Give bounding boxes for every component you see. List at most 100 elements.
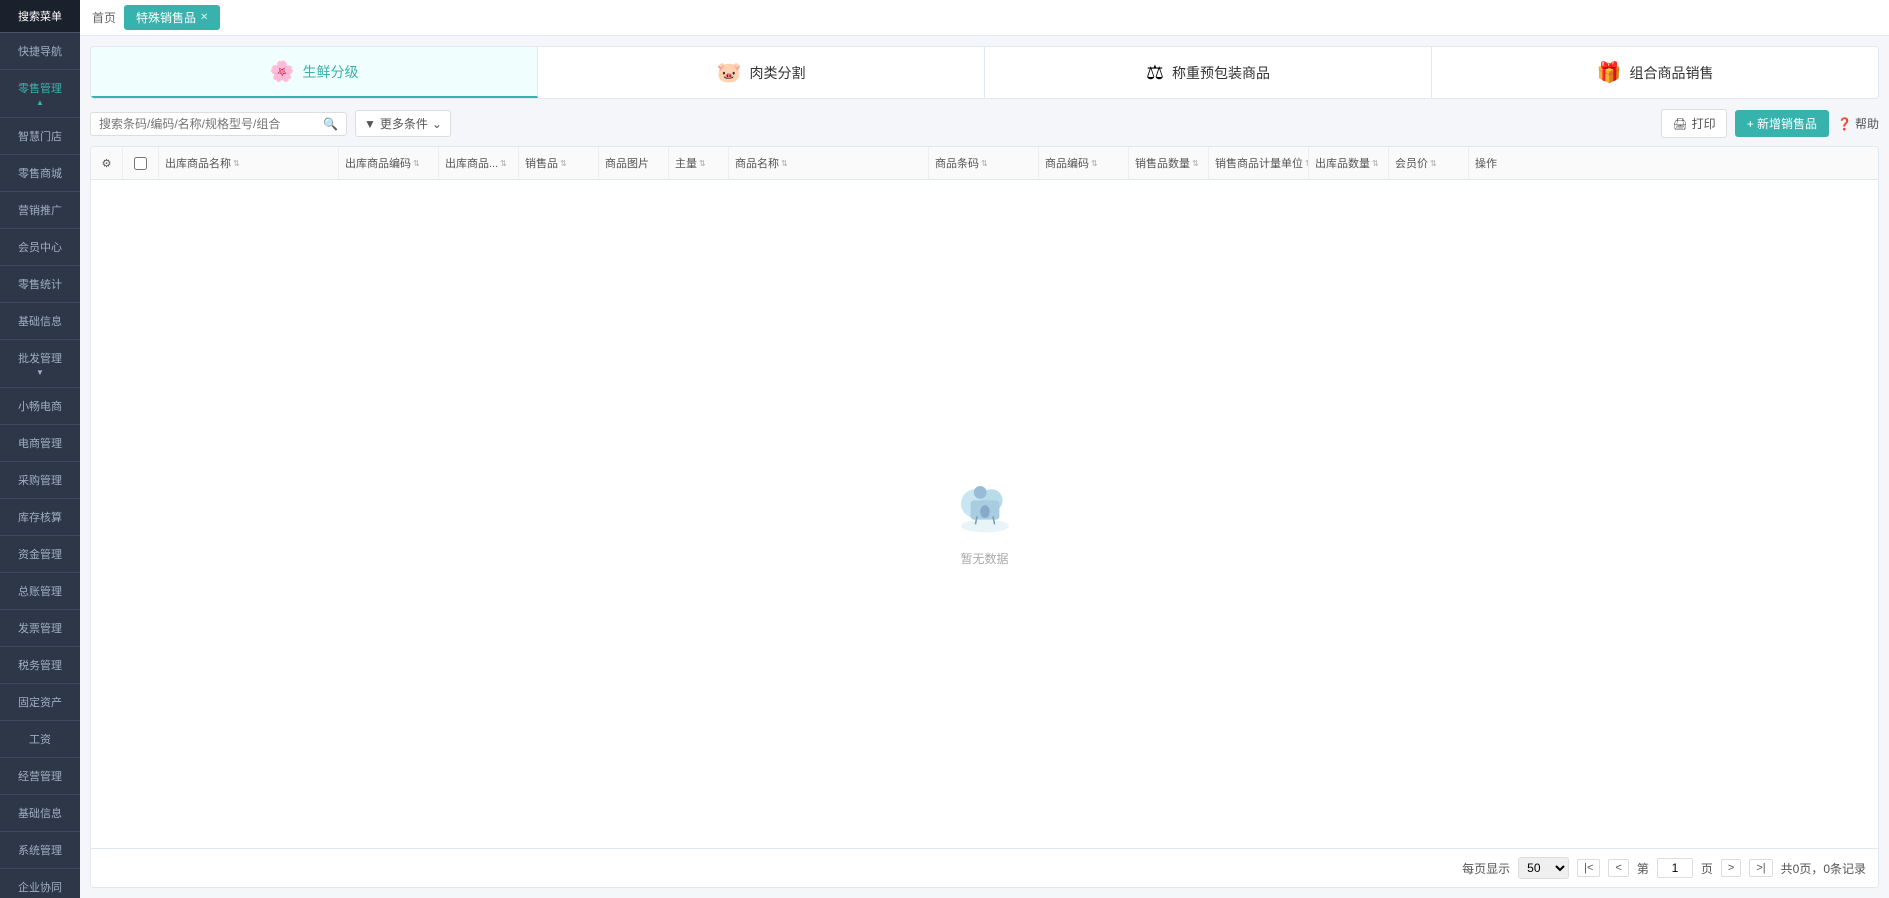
sidebar-logo[interactable]: 搜索菜单 <box>0 0 80 33</box>
sidebar-item-marketing[interactable]: 营销推广 <box>0 192 80 229</box>
prev-page-button[interactable]: < <box>1608 859 1628 877</box>
per-page-select[interactable]: 50 10 20 100 <box>1518 857 1569 879</box>
search-box[interactable]: 🔍 <box>90 112 347 136</box>
sort-icon[interactable]: ⇅ <box>699 159 706 168</box>
main-area: 首页 特殊销售品 ✕ 🌸 生鲜分级 🐷 肉类分割 ⚖ 称重预包装商品 🎁 组合商… <box>80 0 1889 898</box>
sort-icon[interactable]: ⇅ <box>781 159 788 168</box>
tab-fresh-grade[interactable]: 🌸 生鲜分级 <box>91 47 538 98</box>
sidebar-item-retail-mgmt[interactable]: 零售管理 ▲ <box>0 70 80 118</box>
home-breadcrumb[interactable]: 首页 <box>92 9 116 26</box>
th-barcode: 商品条码 ⇅ <box>929 147 1039 179</box>
sort-icon[interactable]: ⇅ <box>1372 159 1379 168</box>
tab-combo-sale[interactable]: 🎁 组合商品销售 <box>1432 47 1878 98</box>
th-settings[interactable]: ⚙ <box>91 147 123 179</box>
sidebar-item-inventory[interactable]: 库存核算 <box>0 499 80 536</box>
filter-button[interactable]: ▼ 更多条件 ⌄ <box>355 110 451 137</box>
sidebar-item-label: 采购管理 <box>18 475 62 487</box>
help-button[interactable]: ❓ 帮助 <box>1837 115 1879 132</box>
tab-fresh-grade-label: 生鲜分级 <box>302 62 358 82</box>
th-out-code-label: 出库商品编码 <box>345 155 411 171</box>
sidebar-item-label: 零售商城 <box>18 168 62 180</box>
toolbar-left: 🔍 ▼ 更多条件 ⌄ <box>90 110 451 137</box>
table-scroll[interactable]: ⚙ 出库商品名称 ⇅ 出库商品编码 ⇅ <box>91 147 1878 848</box>
select-all-checkbox[interactable] <box>134 157 147 170</box>
sidebar-item-label: 批发管理 <box>18 350 62 366</box>
search-input[interactable] <box>99 117 319 131</box>
sidebar-item-basic-info[interactable]: 基础信息 <box>0 303 80 340</box>
sort-icon[interactable]: ⇅ <box>1192 159 1199 168</box>
sidebar-item-basic-info2[interactable]: 基础信息 <box>0 795 80 832</box>
th-barcode-label: 商品条码 <box>935 155 979 171</box>
weigh-pack-icon: ⚖ <box>1146 60 1164 85</box>
sort-icon[interactable]: ⇅ <box>981 159 988 168</box>
th-weight: 主量 ⇅ <box>669 147 729 179</box>
th-member-price-label: 会员价 <box>1395 155 1428 171</box>
tab-combo-sale-label: 组合商品销售 <box>1629 63 1713 83</box>
sidebar-item-retail-stats[interactable]: 零售统计 <box>0 266 80 303</box>
sidebar-item-ops[interactable]: 经营管理 <box>0 758 80 795</box>
pagination: 每页显示 50 10 20 100 |< < 第 页 > >| 共0页，0条记录 <box>91 848 1878 887</box>
th-unit: 销售商品计量单位 ⇅ <box>1209 147 1309 179</box>
tab-cards: 🌸 生鲜分级 🐷 肉类分割 ⚖ 称重预包装商品 🎁 组合商品销售 <box>90 46 1879 99</box>
sidebar-item-ledger[interactable]: 总账管理 <box>0 573 80 610</box>
empty-state: 暂无数据 <box>91 180 1878 848</box>
sidebar-item-fixed-assets[interactable]: 固定资产 <box>0 684 80 721</box>
fresh-grade-icon: 🌸 <box>270 59 295 84</box>
tab-meat-cut[interactable]: 🐷 肉类分割 <box>538 47 985 98</box>
column-settings-icon: ⚙ <box>102 157 112 170</box>
th-checkbox[interactable] <box>123 147 159 179</box>
page-number-input[interactable] <box>1657 858 1693 878</box>
print-button[interactable]: 🖨 打印 <box>1661 109 1726 138</box>
next-page-button[interactable]: > <box>1721 859 1741 877</box>
th-out-code: 出库商品编码 ⇅ <box>339 147 439 179</box>
tab-weigh-pack[interactable]: ⚖ 称重预包装商品 <box>985 47 1432 98</box>
th-img: 商品图片 <box>599 147 669 179</box>
sidebar-item-hr[interactable]: 工资 <box>0 721 80 758</box>
th-sale-qty: 销售品数量 ⇅ <box>1129 147 1209 179</box>
sidebar-item-tax[interactable]: 税务管理 <box>0 647 80 684</box>
active-tab[interactable]: 特殊销售品 ✕ <box>124 5 220 30</box>
add-button[interactable]: + 新增销售品 <box>1735 110 1829 137</box>
topbar: 首页 特殊销售品 ✕ <box>80 0 1889 36</box>
sidebar-item-label: 快捷导航 <box>18 46 62 58</box>
sort-icon[interactable]: ⇅ <box>500 159 507 168</box>
th-op-label: 操作 <box>1475 155 1497 171</box>
th-operation: 操作 <box>1469 147 1878 179</box>
page-label-before: 第 <box>1637 860 1649 877</box>
sidebar-item-label: 资金管理 <box>18 549 62 561</box>
sidebar-item-member[interactable]: 会员中心 <box>0 229 80 266</box>
sidebar-item-purchase[interactable]: 采购管理 <box>0 462 80 499</box>
sidebar-item-quick-nav[interactable]: 快捷导航 <box>0 33 80 70</box>
th-sale-goods: 销售品 ⇅ <box>519 147 599 179</box>
last-page-button[interactable]: >| <box>1749 859 1772 877</box>
sidebar-item-finance[interactable]: 资金管理 <box>0 536 80 573</box>
close-tab-icon[interactable]: ✕ <box>200 12 208 23</box>
th-img-label: 商品图片 <box>605 155 649 171</box>
sort-icon[interactable]: ⇅ <box>560 159 567 168</box>
sidebar-item-wholesale[interactable]: 批发管理 ▼ <box>0 340 80 388</box>
sidebar-item-smart-store[interactable]: 智慧门店 <box>0 118 80 155</box>
table-inner: ⚙ 出库商品名称 ⇅ 出库商品编码 ⇅ <box>91 147 1878 848</box>
sidebar-item-label: 基础信息 <box>18 808 62 820</box>
sidebar-item-label: 企业协同 <box>18 882 62 894</box>
sidebar-item-ecom-mgmt[interactable]: 电商管理 <box>0 425 80 462</box>
sidebar-item-retail-mall[interactable]: 零售商城 <box>0 155 80 192</box>
sort-icon[interactable]: ⇅ <box>1430 159 1437 168</box>
th-sale-label: 销售品 <box>525 155 558 171</box>
th-out-name: 出库商品名称 ⇅ <box>159 147 339 179</box>
sort-icon[interactable]: ⇅ <box>233 159 240 168</box>
th-out-name-label: 出库商品名称 <box>165 155 231 171</box>
help-label: 帮助 <box>1855 115 1879 132</box>
sidebar-item-label: 会员中心 <box>18 242 62 254</box>
sidebar-item-corp[interactable]: 企业协同 <box>0 869 80 898</box>
page-label-after: 页 <box>1701 860 1713 877</box>
th-out-code2: 出库商品... ⇅ <box>439 147 519 179</box>
sidebar-item-invoice[interactable]: 发票管理 <box>0 610 80 647</box>
first-page-button[interactable]: |< <box>1577 859 1600 877</box>
sort-icon[interactable]: ⇅ <box>1091 159 1098 168</box>
sidebar-item-mini-ecom[interactable]: 小畅电商 <box>0 388 80 425</box>
sort-icon[interactable]: ⇅ <box>413 159 420 168</box>
sidebar-item-sys-mgmt[interactable]: 系统管理 <box>0 832 80 869</box>
th-weight-label: 主量 <box>675 155 697 171</box>
th-goods-name: 商品名称 ⇅ <box>729 147 929 179</box>
